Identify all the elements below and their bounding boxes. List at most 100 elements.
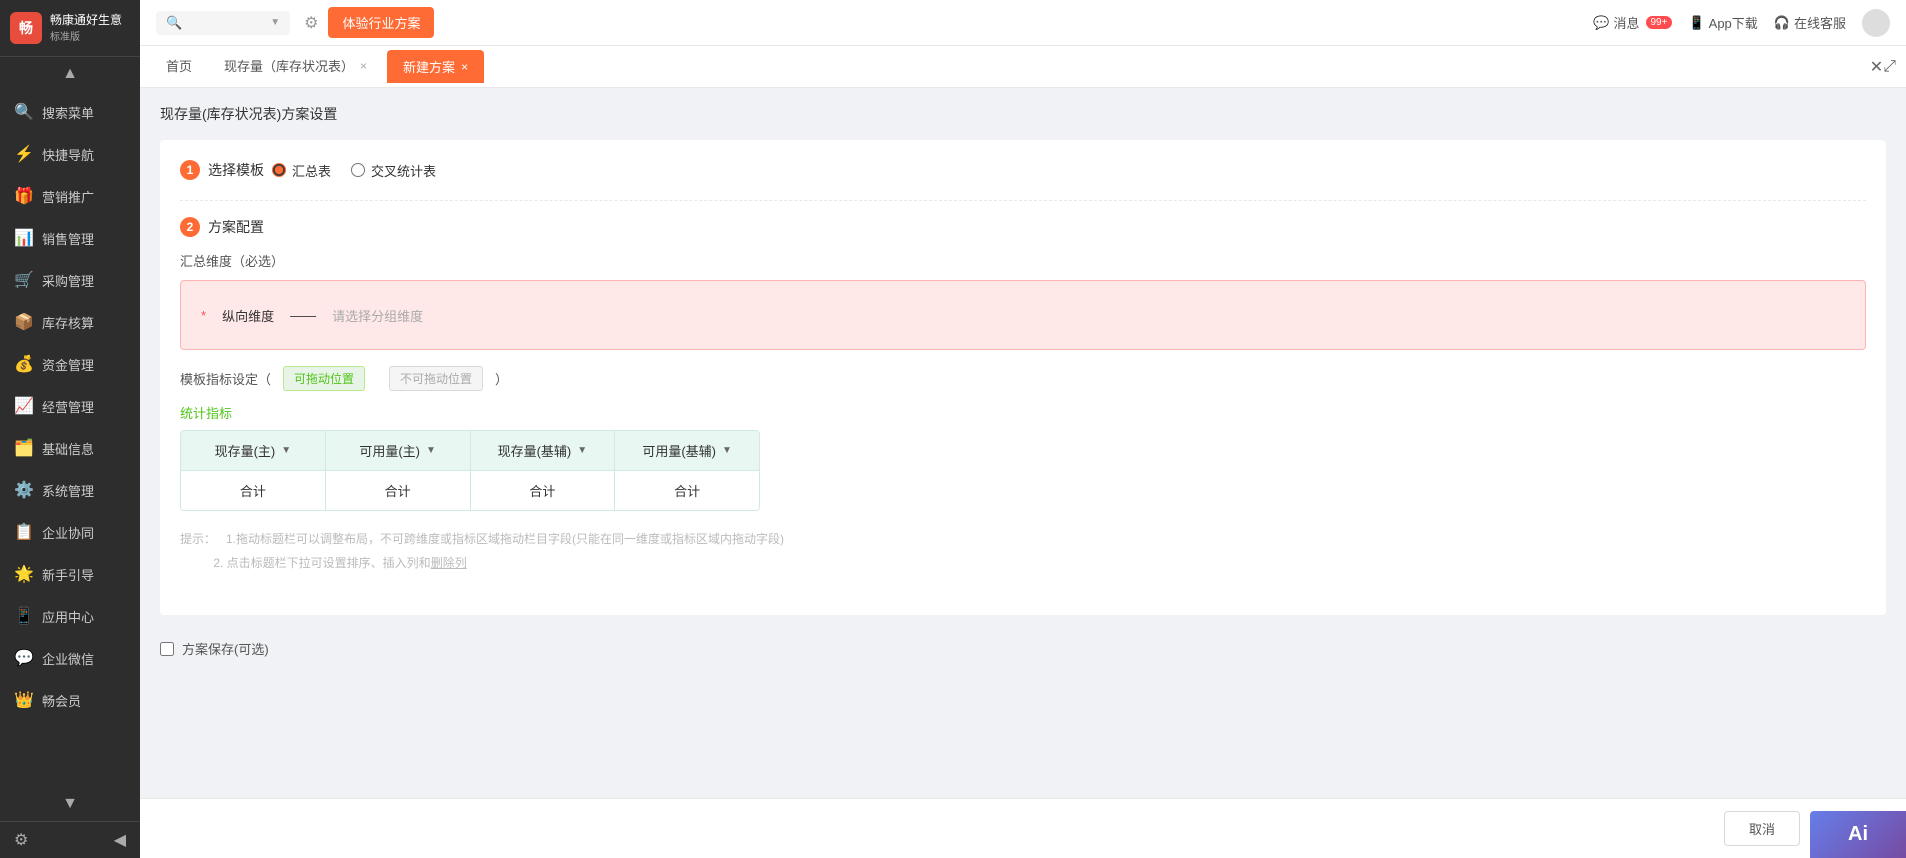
step1-badge: 1 <box>180 160 200 180</box>
app-download-item[interactable]: 📱 App下载 <box>1688 13 1757 32</box>
stats-col-3-header[interactable]: 可用量(基辅) ▼ <box>615 431 759 471</box>
tips-section: 提示： 1.拖动标题栏可以调整布局，不可跨维度或指标区域拖动栏目字段(只能在同一… <box>180 527 1866 575</box>
content-area: 现存量(库存状况表)方案设置 1 选择模板 汇总表 交叉统计表 <box>140 88 1906 798</box>
brand-name: 畅康通好生意 <box>50 13 122 29</box>
step1-title: 选择模板 <box>208 160 264 180</box>
tab-new-plan[interactable]: 新建方案 × <box>387 50 484 83</box>
window-close-icon[interactable]: ✕ <box>1870 57 1883 77</box>
indicator-immovable-tag: 不可拖动位置 <box>389 366 483 391</box>
sidebar-item-sales[interactable]: 📊 销售管理 <box>0 217 140 259</box>
sidebar-item-newbie[interactable]: 🌟 新手引导 <box>0 553 140 595</box>
tabbar: 首页 现存量（库存状况表） × 新建方案 × ✕ ⤢ <box>140 46 1906 88</box>
save-section: 方案保存(可选) <box>160 627 1886 670</box>
tab-home-label: 首页 <box>166 56 192 75</box>
sidebar-item-operation[interactable]: 📈 经营管理 <box>0 385 140 427</box>
sidebar-item-finance[interactable]: 💰 资金管理 <box>0 343 140 385</box>
sidebar-item-quicknav[interactable]: ⚡ 快捷导航 <box>0 133 140 175</box>
trial-button[interactable]: 体验行业方案 <box>328 7 434 38</box>
ai-badge[interactable]: Ai <box>1810 811 1906 858</box>
radio-cross[interactable]: 交叉统计表 <box>351 161 436 180</box>
tab-home[interactable]: 首页 <box>150 46 208 87</box>
sidebar-item-wechat[interactable]: 💬 企业微信 <box>0 637 140 679</box>
sidebar-scroll-down[interactable]: ▼ <box>0 787 140 821</box>
sidebar-label-sales: 销售管理 <box>42 229 94 248</box>
stats-col-2-body: 合计 <box>471 471 615 510</box>
sidebar-icon-basic: 🗂️ <box>14 438 34 458</box>
settings-panel: 1 选择模板 汇总表 交叉统计表 <box>160 140 1886 615</box>
stats-col-0: 现存量(主) ▼ 合计 <box>181 431 326 510</box>
stats-col-1-chevron-icon[interactable]: ▼ <box>426 445 436 456</box>
sidebar-label-inventory: 库存核算 <box>42 313 94 332</box>
sidebar-label-marketing: 营销推广 <box>42 187 94 206</box>
sidebar-label-purchase: 采购管理 <box>42 271 94 290</box>
sidebar-icon-purchase: 🛒 <box>14 270 34 290</box>
online-service-label: 在线客服 <box>1794 13 1846 32</box>
step2-section: 2 方案配置 汇总维度（必选） * 纵向维度 —— 请选择分组维度 模板指标设定… <box>180 217 1866 575</box>
radio-summary[interactable]: 汇总表 <box>272 161 331 180</box>
sidebar-item-enterprise[interactable]: 📋 企业协同 <box>0 511 140 553</box>
cancel-button[interactable]: 取消 <box>1724 811 1800 846</box>
brand-sub: 标准版 <box>50 28 122 43</box>
dimension-placeholder: 请选择分组维度 <box>332 306 423 325</box>
stats-col-0-header-label: 现存量(主) <box>215 441 276 460</box>
save-label[interactable]: 方案保存(可选) <box>182 639 269 658</box>
scroll-up-button[interactable]: ▲ <box>58 61 82 87</box>
stats-col-2-header-label: 现存量(基辅) <box>498 441 572 460</box>
sidebar-label-system: 系统管理 <box>42 481 94 500</box>
sidebar-item-purchase[interactable]: 🛒 采购管理 <box>0 259 140 301</box>
radio-summary-input[interactable] <box>272 163 286 177</box>
stats-col-2-chevron-icon[interactable]: ▼ <box>577 445 587 456</box>
sidebar-item-apps[interactable]: 📱 应用中心 <box>0 595 140 637</box>
sidebar-item-marketing[interactable]: 🎁 营销推广 <box>0 175 140 217</box>
template-radio-group: 汇总表 交叉统计表 <box>272 161 436 180</box>
sidebar-bottom: ⚙ ◀ <box>0 821 140 858</box>
window-expand-icon[interactable]: ⤢ <box>1883 58 1896 76</box>
ai-label: Ai <box>1848 823 1868 846</box>
sidebar-label-finance: 资金管理 <box>42 355 94 374</box>
topbar-search-box[interactable]: 🔍 ▼ <box>156 11 290 35</box>
sidebar-item-member[interactable]: 👑 畅会员 <box>0 679 140 721</box>
tab-inventory-close-icon[interactable]: × <box>360 59 367 73</box>
search-chevron-icon[interactable]: ▼ <box>270 17 280 28</box>
stats-col-1-header[interactable]: 可用量(主) ▼ <box>326 431 470 471</box>
sidebar-scroll-up[interactable]: ▲ <box>0 57 140 91</box>
sidebar-label-operation: 经营管理 <box>42 397 94 416</box>
stats-col-3-chevron-icon[interactable]: ▼ <box>722 445 732 456</box>
sidebar: 畅 畅康通好生意 标准版 ▲ 🔍 搜索菜单 ⚡ 快捷导航 🎁 营销推广 📊 销售… <box>0 0 140 858</box>
stats-col-0-header[interactable]: 现存量(主) ▼ <box>181 431 325 471</box>
stats-col-0-body: 合计 <box>181 471 325 510</box>
message-item[interactable]: 💬 消息 99+ <box>1593 13 1672 32</box>
stats-col-1-header-label: 可用量(主) <box>359 441 420 460</box>
sidebar-item-inventory[interactable]: 📦 库存核算 <box>0 301 140 343</box>
topbar-gear-icon[interactable]: ⚙ <box>304 13 318 33</box>
sidebar-item-basic[interactable]: 🗂️ 基础信息 <box>0 427 140 469</box>
message-badge: 99+ <box>1646 16 1673 29</box>
dimension-required-mark: * <box>201 308 206 323</box>
tab-inventory[interactable]: 现存量（库存状况表） × <box>208 46 383 87</box>
sidebar-icon-marketing: 🎁 <box>14 186 34 206</box>
stats-col-0-chevron-icon[interactable]: ▼ <box>281 445 291 456</box>
radio-cross-input[interactable] <box>351 163 365 177</box>
user-avatar[interactable] <box>1862 9 1890 37</box>
stats-section: 统计指标 现存量(主) ▼ 合计 <box>180 403 1866 511</box>
sidebar-icon-search: 🔍 <box>14 102 34 122</box>
radio-cross-label: 交叉统计表 <box>371 161 436 180</box>
sidebar-label-wechat: 企业微信 <box>42 649 94 668</box>
collapse-icon[interactable]: ◀ <box>114 830 126 850</box>
save-checkbox[interactable] <box>160 642 174 656</box>
sidebar-label-apps: 应用中心 <box>42 607 94 626</box>
sidebar-icon-quicknav: ⚡ <box>14 144 34 164</box>
search-input[interactable] <box>186 16 266 30</box>
tab-new-plan-close-icon[interactable]: × <box>461 60 468 74</box>
scroll-down-button[interactable]: ▼ <box>58 791 82 817</box>
dimension-area[interactable]: * 纵向维度 —— 请选择分组维度 <box>180 280 1866 350</box>
stats-col-2-header[interactable]: 现存量(基辅) ▼ <box>471 431 615 471</box>
dimension-direction-label: 纵向维度 <box>222 306 274 325</box>
sidebar-item-system[interactable]: ⚙️ 系统管理 <box>0 469 140 511</box>
settings-icon[interactable]: ⚙ <box>14 830 28 850</box>
sidebar-item-search[interactable]: 🔍 搜索菜单 <box>0 91 140 133</box>
sidebar-label-quicknav: 快捷导航 <box>42 145 94 164</box>
online-service-item[interactable]: 🎧 在线客服 <box>1774 13 1846 32</box>
stats-section-label: 统计指标 <box>180 403 1866 422</box>
topbar: 🔍 ▼ ⚙ 体验行业方案 💬 消息 99+ 📱 App下载 🎧 在线客服 <box>140 0 1906 46</box>
